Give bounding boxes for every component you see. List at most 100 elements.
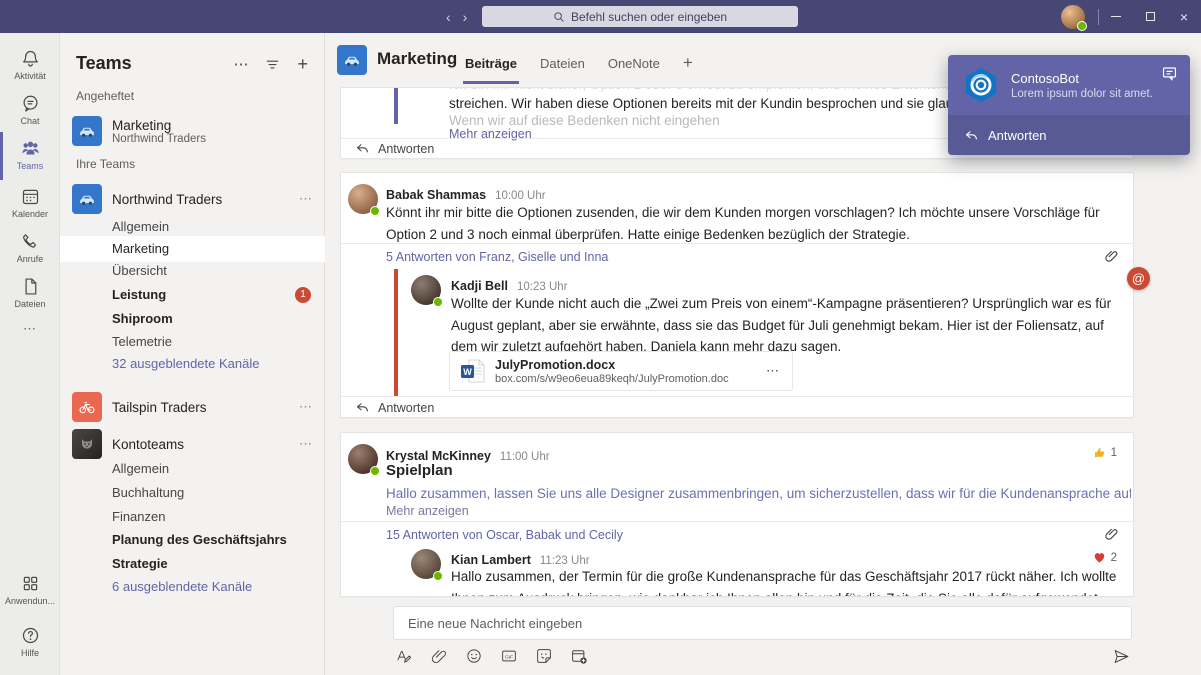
channel-uebersicht[interactable]: Übersicht xyxy=(60,259,325,283)
rail-item-chat[interactable]: Chat xyxy=(0,93,60,137)
attach-icon[interactable] xyxy=(430,647,448,665)
message-text: Könnt ihr mir bitte die Optionen zusende… xyxy=(386,205,1100,242)
rail-label-apps: Anwendun... xyxy=(4,596,56,606)
toast-reply-button[interactable]: Antworten xyxy=(948,115,1190,155)
message-card-babak: Babak Shammas 10:00 Uhr Könnt ihr mir bit… xyxy=(340,172,1150,418)
avatar-kadji[interactable] xyxy=(411,275,443,307)
team-more-icon[interactable]: ⋯ xyxy=(299,399,313,415)
rail-item-activity[interactable]: Aktivität xyxy=(0,48,60,92)
team-row-kontoteams[interactable]: Kontoteams ⋯ xyxy=(72,428,313,460)
toast-body[interactable]: ContosoBot Lorem ipsum dolor sit amet. xyxy=(948,55,1190,115)
rail-more-icon[interactable]: ⋯ xyxy=(0,321,60,337)
paperclip-icon xyxy=(1105,528,1118,540)
hidden-channels-link-northwind[interactable]: 32 ausgeblendete Kanäle xyxy=(60,352,325,376)
emoji-icon[interactable] xyxy=(465,647,483,665)
search-icon xyxy=(554,11,564,22)
schedule-meeting-icon[interactable] xyxy=(570,647,588,665)
team-more-icon[interactable]: ⋯ xyxy=(299,191,313,207)
avatar-kian[interactable] xyxy=(411,549,443,581)
gif-icon[interactable]: GIF xyxy=(500,647,518,665)
team-row-tailspin[interactable]: Tailspin Traders ⋯ xyxy=(72,391,313,423)
maximize-button[interactable] xyxy=(1133,0,1167,33)
attachment-indicator xyxy=(1104,526,1119,544)
avatar-babak[interactable] xyxy=(348,184,380,216)
pinned-channel-team: Northwind Traders xyxy=(112,132,206,145)
rail-label-files: Dateien xyxy=(14,299,46,309)
reply-button[interactable]: Antworten xyxy=(355,400,434,415)
notification-toast[interactable]: ContosoBot Lorem ipsum dolor sit amet. A… xyxy=(948,55,1190,155)
channel-strategie[interactable]: Strategie xyxy=(60,552,325,576)
attachment-card[interactable]: W JulyPromotion.docx box.com/s/w9eo6eua8… xyxy=(449,351,793,391)
author-name: Kadji Bell xyxy=(451,279,508,293)
sticker-icon[interactable] xyxy=(535,647,553,665)
channel-telemetrie[interactable]: Telemetrie xyxy=(60,330,325,354)
search-placeholder: Befehl suchen oder eingeben xyxy=(570,9,728,24)
back-icon[interactable]: ‹ xyxy=(446,9,451,25)
message-time: 11:00 Uhr xyxy=(499,451,550,463)
teams-people-icon xyxy=(21,141,39,155)
show-more-link[interactable]: Mehr anzeigen xyxy=(386,504,469,518)
add-tab-icon[interactable]: + xyxy=(683,53,693,73)
team-more-icon[interactable]: ⋯ xyxy=(299,436,313,452)
rail-item-calendar[interactable]: Kalender xyxy=(0,186,60,230)
format-icon[interactable] xyxy=(395,647,413,665)
forward-icon[interactable]: › xyxy=(463,9,468,25)
tab-onenote[interactable]: OneNote xyxy=(608,56,660,71)
chat-icon xyxy=(22,95,38,112)
new-message-input[interactable] xyxy=(393,606,1132,640)
channel-planung[interactable]: Planung des Geschäftsjahrs xyxy=(60,528,325,552)
mention-accent-bar xyxy=(394,269,398,396)
send-button[interactable] xyxy=(1112,647,1131,671)
heart-icon xyxy=(1094,553,1104,563)
rail-item-calls[interactable]: Anrufe xyxy=(0,231,60,275)
tab-beitraege[interactable]: Beiträge xyxy=(462,56,520,84)
presence-available-icon xyxy=(433,297,443,307)
channel-leistung[interactable]: Leistung 1 xyxy=(60,283,325,307)
maximize-icon xyxy=(1145,12,1155,21)
pinned-channel-marketing[interactable]: Marketing Northwind Traders xyxy=(72,111,313,151)
more-options-icon[interactable]: ⋯ xyxy=(233,57,248,72)
message-text: Hallo zusammen, lassen Sie uns alle Desi… xyxy=(386,486,1131,501)
reply-label: Antworten xyxy=(378,141,435,156)
channel-allgemein-konto[interactable]: Allgemein xyxy=(60,457,325,481)
join-create-team-icon[interactable]: + xyxy=(297,55,308,73)
rail-label-chat: Chat xyxy=(20,116,40,126)
like-reaction-chip[interactable]: 1 xyxy=(1093,446,1117,460)
minimize-icon xyxy=(1111,15,1121,18)
hidden-channels-link-kontoteams[interactable]: 6 ausgeblendete Kanäle xyxy=(60,575,325,599)
search-input[interactable]: Befehl suchen oder eingeben xyxy=(482,6,798,27)
toast-chat-icon[interactable] xyxy=(1161,65,1178,82)
rail-item-apps[interactable]: Anwendun... xyxy=(0,573,60,617)
filter-icon[interactable] xyxy=(265,57,280,72)
avatar-krystal[interactable] xyxy=(348,444,380,476)
apps-grid-icon xyxy=(23,576,37,591)
rail-item-help[interactable]: Hilfe xyxy=(0,625,60,669)
svg-text:W: W xyxy=(463,367,472,377)
attachment-more-icon[interactable]: ⋯ xyxy=(766,363,780,379)
rail-item-teams[interactable]: Teams xyxy=(0,138,60,182)
channel-buchhaltung[interactable]: Buchhaltung xyxy=(60,481,325,505)
team-row-northwind[interactable]: Northwind Traders ⋯ xyxy=(72,183,313,215)
replies-link[interactable]: 5 Antworten von Franz, Giselle und Inna xyxy=(386,250,608,264)
history-nav: ‹ › xyxy=(446,0,467,33)
presence-available-icon xyxy=(370,466,380,476)
channel-tabs: Beiträge Dateien OneNote + xyxy=(462,53,693,84)
mention-at-badge: @ xyxy=(1127,267,1150,290)
rail-label-help: Hilfe xyxy=(20,648,39,658)
toast-title: ContosoBot xyxy=(1011,70,1079,86)
user-avatar[interactable] xyxy=(1061,4,1087,31)
replies-link[interactable]: 15 Antworten von Oscar, Babak und Cecily xyxy=(386,528,623,542)
tailspin-team-icon xyxy=(72,392,102,422)
heart-reaction-chip[interactable]: 2 xyxy=(1092,550,1117,565)
message-subject: Spielplan xyxy=(386,462,453,479)
channel-shiproom[interactable]: Shiproom xyxy=(60,307,325,331)
tab-dateien[interactable]: Dateien xyxy=(540,56,585,71)
send-icon xyxy=(1114,650,1129,663)
minimize-button[interactable] xyxy=(1099,0,1133,33)
channel-finanzen[interactable]: Finanzen xyxy=(60,505,325,529)
message-time: 10:23 Uhr xyxy=(516,281,568,293)
rail-item-files[interactable]: Dateien xyxy=(0,276,60,320)
close-button[interactable]: × xyxy=(1167,0,1201,33)
reply-button[interactable]: Antworten xyxy=(355,141,434,156)
northwind-team-icon xyxy=(72,184,102,214)
